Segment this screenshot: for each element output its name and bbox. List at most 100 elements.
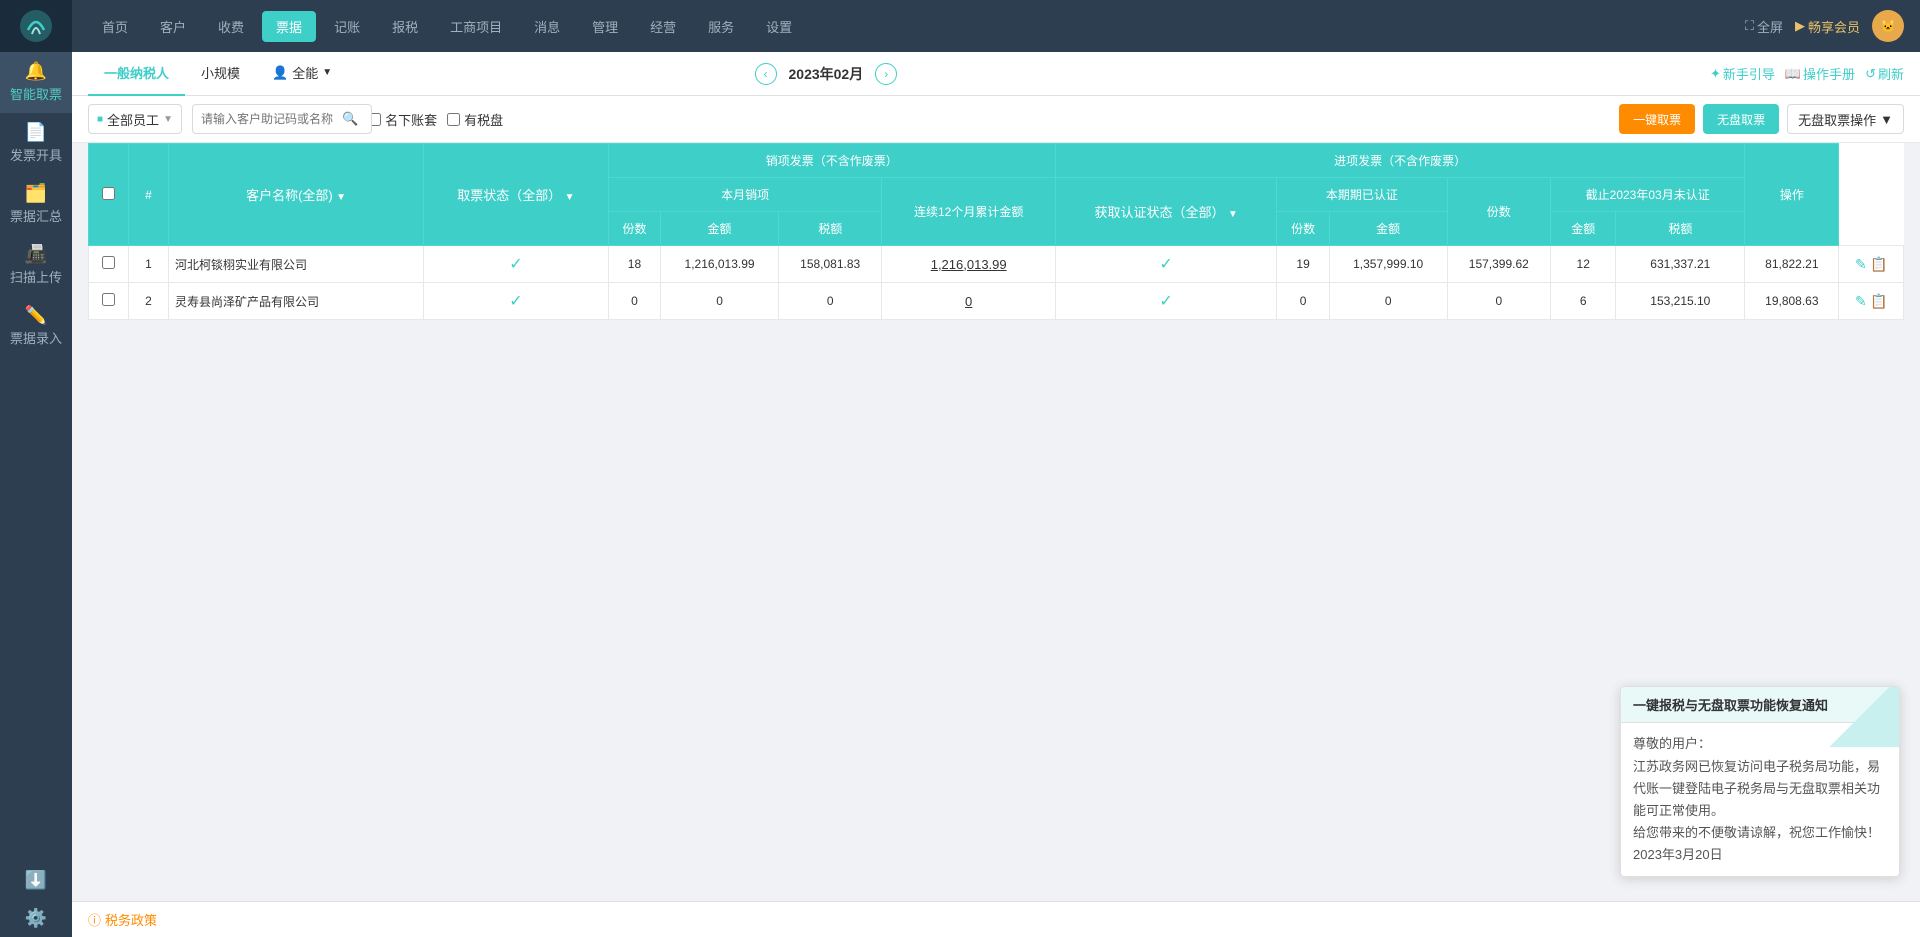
sidebar-item-smart-fetch[interactable]: 🔔 智能取票	[0, 52, 72, 113]
row-purchase-count: 19	[1277, 246, 1329, 283]
current-period: 2023年02月	[789, 64, 864, 84]
info-icon: ⓘ	[88, 910, 101, 929]
nav-business[interactable]: 工商项目	[436, 11, 516, 42]
download-icon: ⬇️	[25, 871, 47, 889]
edit-icon[interactable]: ✎	[1855, 293, 1867, 309]
one-click-fetch-btn[interactable]: 一键取票	[1619, 104, 1695, 134]
notification-line: 江苏政务网已恢复访问电子税务局功能，易代账一键登陆电子税务局与无盘取票相关功能可…	[1633, 756, 1887, 822]
nav-message[interactable]: 消息	[520, 11, 574, 42]
sidebar-item-label: 票据录入	[10, 328, 62, 347]
notification-header: 一键报税与无盘取票功能恢复通知 ✕	[1621, 687, 1899, 723]
row-purchase-amount: 1,357,999.10	[1329, 246, 1447, 283]
select-all-checkbox[interactable]	[102, 187, 115, 200]
nav-invoice[interactable]: 票据	[262, 11, 316, 42]
row-purchase-amount: 0	[1329, 283, 1447, 320]
sidebar-item-invoice-summary[interactable]: 🗂️ 票据汇总	[0, 174, 72, 235]
doc-icon[interactable]: 📋	[1870, 256, 1887, 272]
notification-close-btn[interactable]: ✕	[1875, 696, 1887, 713]
refresh-btn[interactable]: ↺ 刷新	[1865, 64, 1904, 83]
th-purchase-count: 份数	[1277, 212, 1329, 246]
tab-actions: ✦ 新手引导 📖 操作手册 ↺ 刷新	[1710, 64, 1904, 83]
row-checkbox[interactable]	[89, 246, 129, 283]
sidebar-item-scan-upload[interactable]: 📠 扫描上传	[0, 235, 72, 296]
notification-popup: 一键报税与无盘取票功能恢复通知 ✕ 尊敬的用户：江苏政务网已恢复访问电子税务局功…	[1620, 686, 1900, 877]
nav-home[interactable]: 首页	[88, 11, 142, 42]
sidebar-item-invoice-open[interactable]: 📄 发票开具	[0, 113, 72, 174]
search-button[interactable]: 🔍	[342, 111, 358, 127]
prev-period-btn[interactable]: ‹	[755, 63, 777, 85]
row-sales-count: 0	[608, 283, 660, 320]
th-sales-invoice: 销项发票（不含作废票）	[608, 144, 1055, 178]
checkbox-has-taxdisk[interactable]: 有税盘	[447, 110, 503, 129]
next-period-btn[interactable]: ›	[875, 63, 897, 85]
th-this-period-cert: 本期期已认证	[1277, 178, 1447, 212]
filter-icon[interactable]: ▼	[1228, 209, 1238, 220]
row-sales-12month: 0	[882, 283, 1055, 320]
th-checkbox	[89, 144, 129, 246]
tab-bar: 一般纳税人 小规模 👤 全能 ▼ ‹ 2023年02月 › ✦ 新手引导	[72, 52, 1920, 96]
no-disk-fetch-btn[interactable]: 无盘取票	[1703, 104, 1779, 134]
notification-body: 尊敬的用户：江苏政务网已恢复访问电子税务局功能，易代账一键登陆电子税务局与无盘取…	[1621, 723, 1899, 876]
checkbox-my-accounts[interactable]: 名下账套	[368, 110, 437, 129]
tax-policy-link[interactable]: ⓘ 税务政策	[88, 910, 157, 929]
th-fetch-status: 取票状态（全部） ▼	[424, 144, 609, 246]
row-sales-amount: 0	[661, 283, 779, 320]
nav-management[interactable]: 管理	[578, 11, 632, 42]
tab-general-taxpayer[interactable]: 一般纳税人	[88, 52, 185, 96]
nav-bookkeeping[interactable]: 记账	[320, 11, 374, 42]
th-12month: 连续12个月累计金额	[882, 178, 1055, 246]
sidebar-item-settings[interactable]: ⚙️	[25, 899, 47, 937]
row-checkbox[interactable]	[89, 283, 129, 320]
checkbox-has-taxdisk-input[interactable]	[447, 113, 460, 126]
topnav-right-area: ⛶ 全屏 ▶ 畅享会员 🐱	[1745, 10, 1904, 42]
nav-operation[interactable]: 经营	[636, 11, 690, 42]
chevron-down-icon: ▼	[163, 114, 173, 125]
nav-tax[interactable]: 报税	[378, 11, 432, 42]
member-icon: ▶	[1795, 18, 1805, 34]
nav-billing[interactable]: 收费	[204, 11, 258, 42]
employee-filter-icon: ■	[97, 114, 103, 125]
edit-icon[interactable]: ✎	[1855, 256, 1867, 272]
row-uncert-tax: 81,822.21	[1745, 246, 1839, 283]
scan-icon: 📠	[25, 245, 47, 263]
tab-full-icon: 👤	[272, 65, 288, 81]
no-disk-ops-btn[interactable]: 无盘取票操作 ▼	[1787, 104, 1904, 134]
row-uncert-tax: 19,808.63	[1745, 283, 1839, 320]
member-btn[interactable]: ▶ 畅享会员	[1795, 17, 1860, 36]
nav-customer[interactable]: 客户	[146, 11, 200, 42]
nav-service[interactable]: 服务	[694, 11, 748, 42]
tab-full[interactable]: 👤 全能 ▼	[256, 52, 348, 96]
fullscreen-btn[interactable]: ⛶ 全屏	[1745, 17, 1783, 36]
notification-line: 2023年3月20日	[1633, 844, 1887, 866]
user-avatar[interactable]: 🐱	[1872, 10, 1904, 42]
row-uncert-count: 6	[1551, 283, 1616, 320]
search-container: 🔍	[192, 104, 358, 134]
fullscreen-icon: ⛶	[1745, 18, 1754, 34]
invoice-open-icon: 📄	[25, 123, 47, 141]
chevron-down-icon: ▼	[1880, 112, 1893, 127]
tab-small-scale[interactable]: 小规模	[185, 52, 256, 96]
doc-icon[interactable]: 📋	[1870, 293, 1887, 309]
manual-btn[interactable]: 📖 操作手册	[1785, 64, 1855, 83]
sidebar-item-label: 智能取票	[10, 84, 62, 103]
filter-icon[interactable]: ▼	[336, 192, 346, 203]
toolbar: ■ 全部员工 ▼ 🔍 名下账套 有税盘 一键取票 无盘取票 无盘取票操作	[72, 96, 1920, 143]
notification-line: 给您带来的不便敬请谅解，祝您工作愉快！	[1633, 822, 1887, 844]
new-guide-btn[interactable]: ✦ 新手引导	[1710, 64, 1775, 83]
gear-icon: ⚙️	[25, 909, 47, 927]
filter-icon[interactable]: ▼	[565, 192, 575, 203]
row-cert-status: ✓	[1055, 246, 1276, 283]
row-fetch-status: ✓	[424, 246, 609, 283]
entry-icon: ✏️	[25, 306, 47, 324]
period-navigation: ‹ 2023年02月 ›	[755, 63, 898, 85]
guide-icon: ✦	[1710, 66, 1721, 82]
employee-filter[interactable]: ■ 全部员工 ▼	[88, 104, 182, 134]
sidebar-item-download[interactable]: ⬇️	[25, 861, 47, 899]
row-sales-12month: 1,216,013.99	[882, 246, 1055, 283]
sidebar-item-data-entry[interactable]: ✏️ 票据录入	[0, 296, 72, 357]
row-sales-count: 18	[608, 246, 660, 283]
nav-settings[interactable]: 设置	[752, 11, 806, 42]
th-uncert-tax: 税额	[1616, 212, 1745, 246]
bell-icon: 🔔	[25, 62, 47, 80]
row-customer-name: 河北柯锬栩实业有限公司	[169, 246, 424, 283]
